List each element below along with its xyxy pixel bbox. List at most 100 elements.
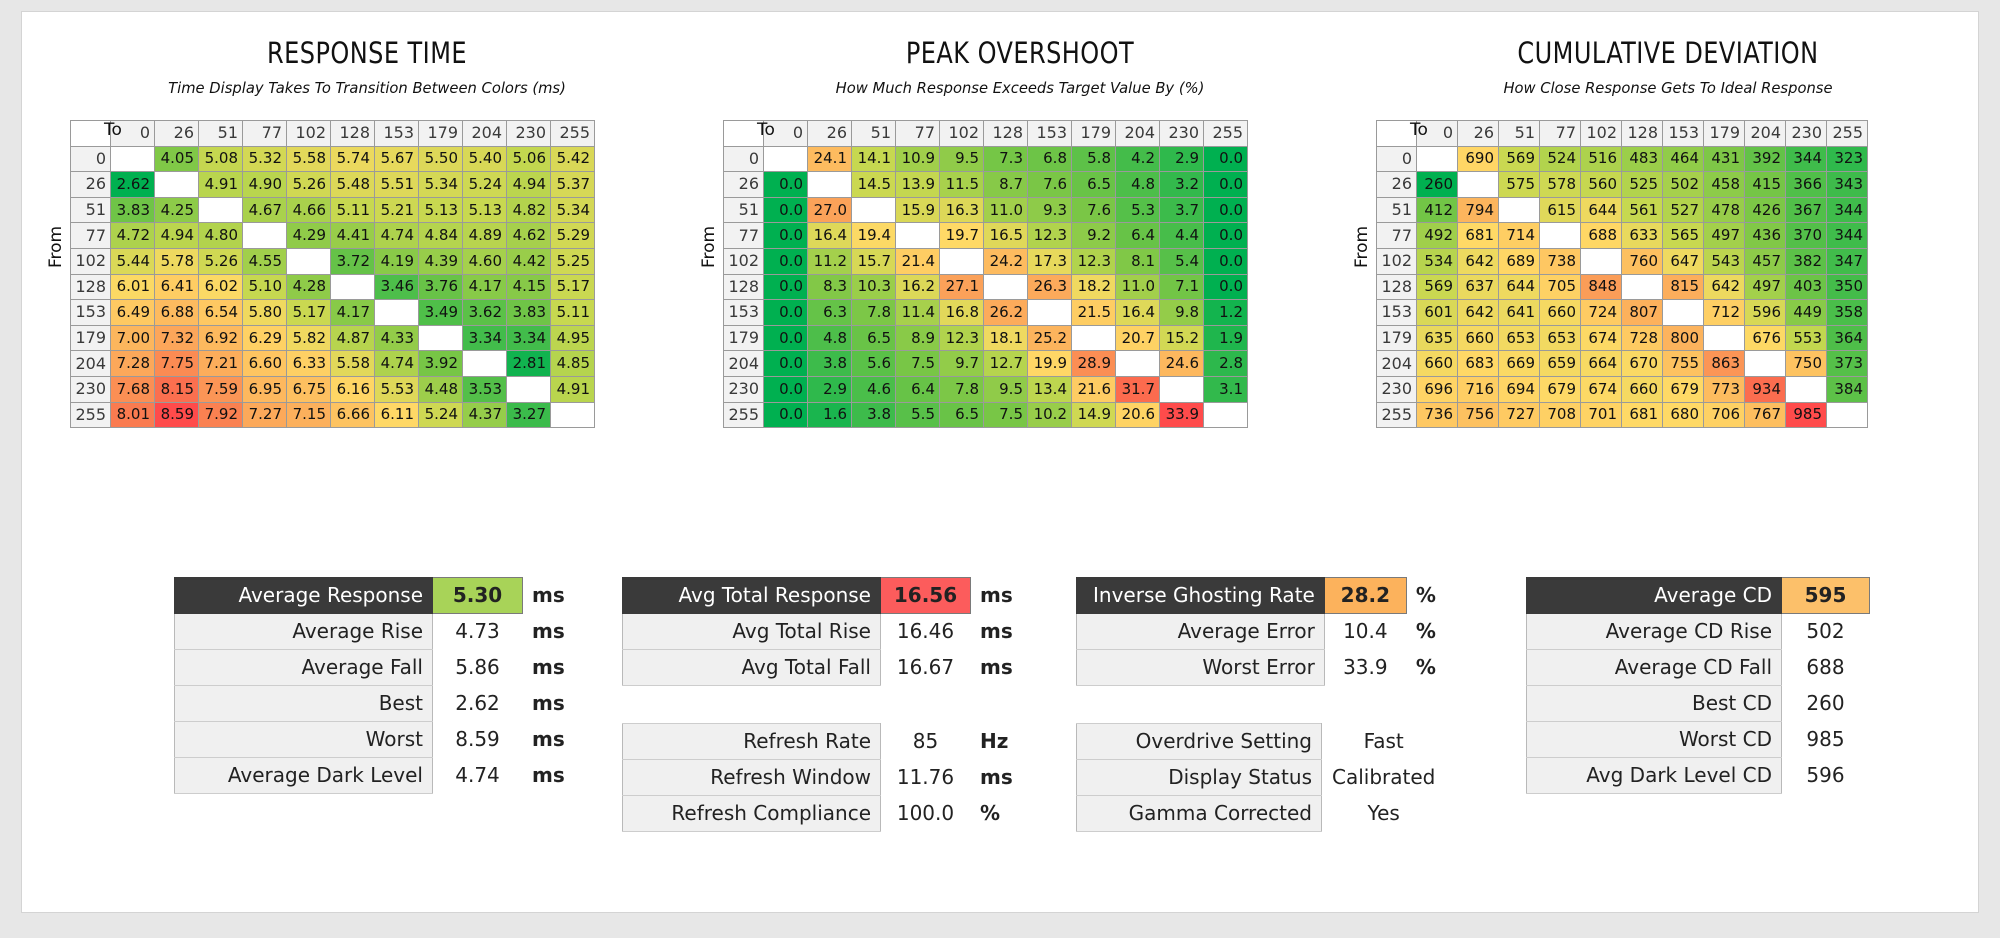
matrix-cell: 4.55 (242, 247, 287, 275)
matrix-cell: 3.72 (330, 247, 375, 275)
matrix-cell: 4.60 (462, 247, 507, 275)
matrix-cell: 9.5 (983, 375, 1028, 403)
matrix-row-header: 204 (1376, 350, 1417, 377)
matrix-cell: 7.5 (895, 350, 940, 377)
stat-value: 688 (1806, 654, 1845, 679)
stat-label: Avg Total Response (622, 577, 881, 614)
matrix-row: 102 0.0 11.2 15.7 21.4 24.2 17.3 12.3 8.1 5.4 0.0 (723, 247, 1248, 275)
stat-label: Refresh Compliance (622, 795, 881, 832)
matrix-cell: 6.3 (807, 299, 852, 326)
stat-unit: % (1415, 618, 1436, 643)
matrix-col-header: 102 (939, 120, 984, 147)
matrix-cell: 4.41 (330, 222, 375, 249)
matrix-cell: 5.32 (242, 145, 287, 173)
matrix-cell: 0.0 (1203, 145, 1248, 173)
matrix-cell: 4.84 (418, 222, 463, 249)
matrix-cell: 6.5 (939, 401, 984, 429)
matrix-col-header: 230 (1785, 120, 1827, 147)
stat-unit: % (1415, 582, 1436, 607)
axis-label-from: From (1352, 225, 1372, 268)
matrix-row-header: 179 (723, 324, 764, 352)
matrix-row-header: 102 (723, 247, 764, 275)
stat-value: 11.76 (896, 764, 955, 789)
matrix-row-header: 255 (1376, 401, 1417, 429)
matrix-col-header: 230 (1159, 120, 1204, 147)
matrix-row: 51 0.0 27.0 15.9 16.3 11.0 9.3 7.6 5.3 3.7 0.0 (723, 196, 1248, 224)
stat-value: 16.56 (880, 577, 971, 614)
matrix-cell: 15.7 (851, 247, 896, 275)
matrix-cell: 350 (1826, 273, 1868, 301)
stat-value: Fast (1363, 728, 1404, 753)
matrix-row: 77 492 681 714 688 633 565 497 436 370 344 (1376, 222, 1868, 249)
matrix-row: 179 7.00 7.32 6.92 6.29 5.82 4.87 4.33 3.34 3.34 4… (70, 324, 595, 352)
matrix-row-header: 153 (723, 299, 764, 326)
panel-title: CUMULATIVE DEVIATION (1517, 36, 1819, 70)
matrix-cell: 344 (1785, 145, 1827, 173)
panel-title: PEAK OVERSHOOT (905, 36, 1135, 70)
matrix-cell: 641 (1498, 299, 1540, 326)
matrix-col-header: 153 (1662, 120, 1704, 147)
matrix-col-header: 128 (983, 120, 1028, 147)
matrix-cell: 4.89 (462, 222, 507, 249)
matrix-cell: 7.27 (242, 401, 287, 429)
matrix-cell: 4.8 (1115, 171, 1160, 198)
matrix-row-header: 26 (723, 171, 764, 198)
summary-response: Average Response 5.30 ms Average Rise 4.73 ms… (174, 577, 566, 794)
matrix-cell: 21.4 (895, 247, 940, 275)
matrix-cell: 16.4 (1115, 299, 1160, 326)
matrix-cell: 457 (1744, 247, 1786, 275)
matrix-cell: 0.0 (1203, 196, 1248, 224)
stat-value: 2.62 (455, 690, 500, 715)
matrix-cell: 706 (1703, 401, 1745, 429)
stat-unit: ms (980, 764, 1013, 789)
stat-label: Average CD Fall (1526, 649, 1782, 686)
matrix-cell: 5.29 (550, 222, 595, 249)
matrix-cell: 6.95 (242, 375, 287, 403)
matrix-row: 51 412 794 615 644 561 527 478 426 367 344 (1376, 196, 1868, 224)
matrix-cell: 6.16 (330, 375, 375, 403)
matrix-cell: 3.34 (462, 324, 507, 352)
matrix-wrap: To From 0 26 51 77 102 128 153 179 204 230 255 0 24.… (699, 120, 1335, 429)
matrix-cell: 578 (1539, 171, 1581, 198)
matrix-cell: 596 (1744, 299, 1786, 326)
stat-row: Worst Error 33.9% (1076, 649, 1437, 686)
matrix-cell: 24.1 (807, 145, 852, 173)
matrix-cell: 527 (1662, 196, 1704, 224)
matrix-cell: 560 (1580, 171, 1622, 198)
matrix-cell: 660 (1416, 350, 1458, 377)
matrix-cell: 10.2 (1027, 401, 1072, 429)
matrix-row-header: 179 (1376, 324, 1417, 352)
matrix-cell-diagonal (763, 145, 808, 173)
stat-row: Avg Total Response 16.56 ms (622, 577, 1014, 614)
panel-peak-overshoot: PEAK OVERSHOOT How Much Response Exceeds… (699, 12, 1335, 429)
matrix-row: 179 635 660 653 653 674 728 800 676 553 364 (1376, 324, 1868, 352)
matrix-cell: 773 (1703, 375, 1745, 403)
axis-label-to: To (1410, 120, 1428, 140)
matrix-cell: 4.29 (286, 222, 331, 249)
matrix-cell: 633 (1621, 222, 1663, 249)
matrix-row-header: 77 (1376, 222, 1417, 249)
stat-label: Average Error (1076, 613, 1325, 650)
stat-row: Inverse Ghosting Rate 28.2% (1076, 577, 1437, 614)
matrix-cell: 7.32 (154, 324, 199, 352)
matrix-cell: 0.0 (1203, 273, 1248, 301)
matrix-col-header: 26 (807, 120, 852, 147)
stat-row: Refresh Rate 85 Hz (622, 723, 1014, 760)
panel-subtitle: How Close Response Gets To Ideal Respons… (1503, 79, 1833, 97)
stat-label: Average CD Rise (1526, 613, 1782, 650)
matrix-cell: 7.8 (939, 375, 984, 403)
stat-unit (1446, 724, 1460, 760)
matrix-cell-diagonal (154, 171, 199, 198)
panel-subtitle: Time Display Takes To Transition Between… (168, 79, 566, 97)
matrix-cell: 12.3 (1027, 222, 1072, 249)
matrix-row: 230 7.68 8.15 7.59 6.95 6.75 6.16 5.53 4.48 3.53 4… (70, 375, 595, 403)
matrix-cell-diagonal (1539, 222, 1581, 249)
matrix-cell: 3.1 (1203, 375, 1248, 403)
stat-label: Average CD (1526, 577, 1782, 614)
matrix-cell: 4.74 (374, 222, 419, 249)
matrix-cell: 7.00 (110, 324, 155, 352)
stat-value: 8.59 (455, 726, 500, 751)
matrix-cell: 3.49 (418, 299, 463, 326)
matrix-row-header: 51 (70, 196, 111, 224)
matrix-cell: 5.80 (242, 299, 287, 326)
